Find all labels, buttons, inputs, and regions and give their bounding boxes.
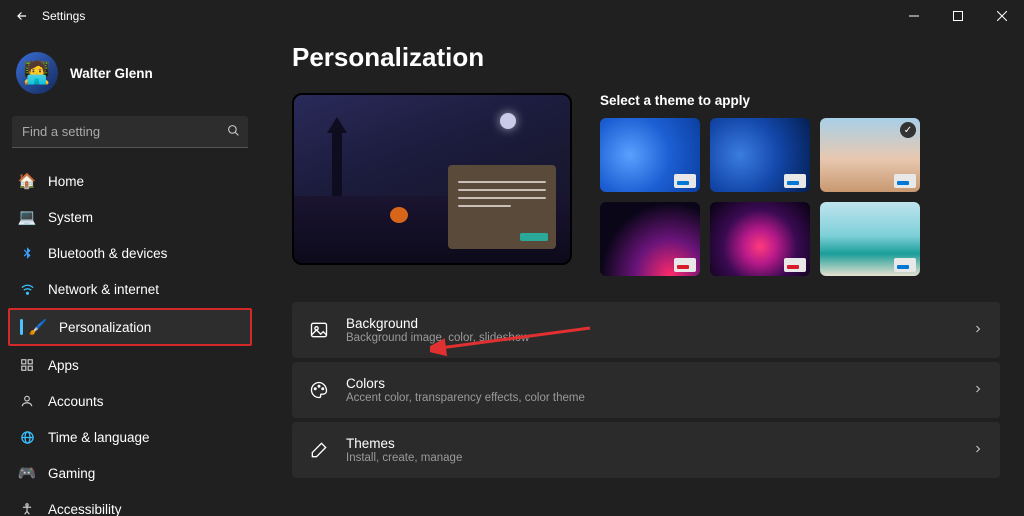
image-icon: [308, 319, 330, 341]
sidebar-item-accounts[interactable]: Accounts: [8, 384, 252, 418]
theme-thumb[interactable]: ✓: [820, 118, 920, 192]
palette-icon: [308, 379, 330, 401]
theme-row: Select a theme to apply ✓: [292, 93, 1000, 276]
maximize-button[interactable]: [936, 0, 980, 32]
chevron-right-icon: [972, 323, 984, 338]
user-block[interactable]: 🧑‍💻 Walter Glenn: [8, 44, 252, 108]
search-input[interactable]: [12, 116, 248, 148]
back-button[interactable]: [8, 2, 36, 30]
globe-icon: [18, 428, 36, 446]
home-icon: 🏠: [18, 172, 36, 190]
setting-subtitle: Install, create, manage: [346, 452, 462, 464]
desktop-preview: [292, 93, 572, 265]
sidebar-item-apps[interactable]: Apps: [8, 348, 252, 382]
sidebar-item-personalization[interactable]: 🖌️ Personalization: [8, 308, 252, 346]
setting-row-background[interactable]: Background Background image, color, slid…: [292, 302, 1000, 358]
sidebar-item-label: Personalization: [59, 320, 151, 335]
brush-icon: [308, 439, 330, 461]
avatar: 🧑‍💻: [16, 52, 58, 94]
nav: 🏠 Home 💻 System Bluetooth & devices Netw…: [8, 164, 252, 516]
setting-title: Background: [346, 316, 529, 331]
paintbrush-icon: 🖌️: [29, 318, 47, 336]
theme-thumb[interactable]: [710, 118, 810, 192]
settings-list: Background Background image, color, slid…: [292, 302, 1000, 478]
window-title: Settings: [42, 9, 85, 23]
main-content: Personalization Select a theme to apply …: [260, 32, 1024, 516]
sidebar-item-label: Apps: [48, 358, 79, 373]
titlebar: Settings: [0, 0, 1024, 32]
check-icon: ✓: [900, 122, 916, 138]
sidebar-item-label: Accounts: [48, 394, 104, 409]
sidebar: 🧑‍💻 Walter Glenn 🏠 Home 💻 System Bl: [0, 32, 260, 516]
setting-subtitle: Background image, color, slideshow: [346, 332, 529, 344]
active-indicator: [20, 319, 23, 335]
sidebar-item-label: Network & internet: [48, 282, 159, 297]
system-icon: 💻: [18, 208, 36, 226]
theme-grid: ✓: [600, 118, 1000, 276]
theme-heading: Select a theme to apply: [600, 93, 1000, 108]
wifi-icon: [18, 280, 36, 298]
search-wrap: [12, 116, 248, 148]
theme-thumb[interactable]: [710, 202, 810, 276]
sidebar-item-label: Bluetooth & devices: [48, 246, 167, 261]
sidebar-item-time-language[interactable]: Time & language: [8, 420, 252, 454]
sidebar-item-label: Gaming: [48, 466, 95, 481]
sidebar-item-label: Time & language: [48, 430, 150, 445]
apps-icon: [18, 356, 36, 374]
sidebar-item-bluetooth[interactable]: Bluetooth & devices: [8, 236, 252, 270]
minimize-button[interactable]: [892, 0, 936, 32]
bluetooth-icon: [18, 244, 36, 262]
sidebar-item-network[interactable]: Network & internet: [8, 272, 252, 306]
theme-selector: Select a theme to apply ✓: [600, 93, 1000, 276]
theme-thumb[interactable]: [600, 118, 700, 192]
accounts-icon: [18, 392, 36, 410]
setting-row-colors[interactable]: Colors Accent color, transparency effect…: [292, 362, 1000, 418]
sidebar-item-system[interactable]: 💻 System: [8, 200, 252, 234]
setting-row-themes[interactable]: Themes Install, create, manage: [292, 422, 1000, 478]
search-icon: [227, 124, 240, 140]
chevron-right-icon: [972, 443, 984, 458]
theme-thumb[interactable]: [820, 202, 920, 276]
user-name: Walter Glenn: [70, 66, 153, 81]
close-button[interactable]: [980, 0, 1024, 32]
sidebar-item-label: Home: [48, 174, 84, 189]
sidebar-item-accessibility[interactable]: Accessibility: [8, 492, 252, 516]
theme-thumb[interactable]: [600, 202, 700, 276]
page-title: Personalization: [292, 42, 1000, 73]
sidebar-item-label: Accessibility: [48, 502, 122, 516]
setting-subtitle: Accent color, transparency effects, colo…: [346, 392, 585, 404]
accessibility-icon: [18, 500, 36, 516]
sidebar-item-gaming[interactable]: 🎮 Gaming: [8, 456, 252, 490]
window-controls: [892, 0, 1024, 32]
setting-title: Colors: [346, 376, 585, 391]
sidebar-item-home[interactable]: 🏠 Home: [8, 164, 252, 198]
sidebar-item-label: System: [48, 210, 93, 225]
setting-title: Themes: [346, 436, 462, 451]
chevron-right-icon: [972, 383, 984, 398]
gaming-icon: 🎮: [18, 464, 36, 482]
